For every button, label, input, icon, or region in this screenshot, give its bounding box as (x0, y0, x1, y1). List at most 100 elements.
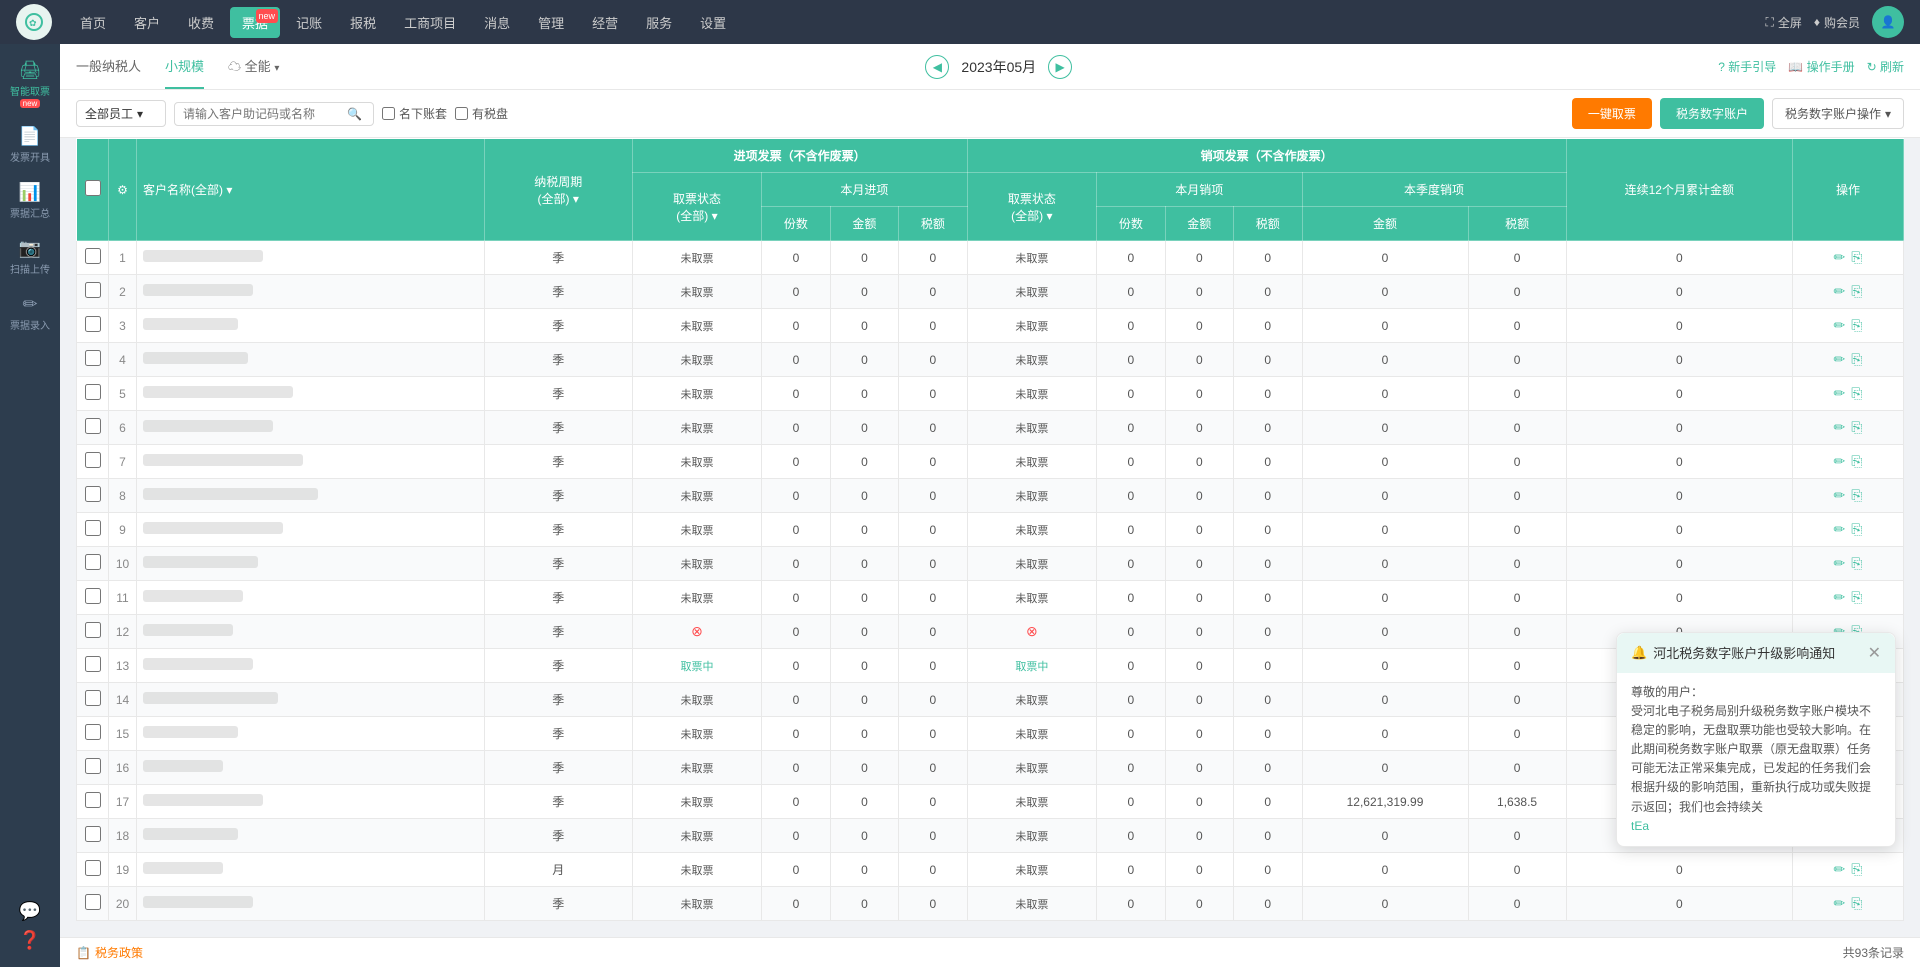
sidebar-item-scan[interactable]: 📷 扫描上传 (2, 230, 58, 284)
employee-select[interactable]: 全部员工 ▾ (76, 100, 166, 127)
edit-icon[interactable]: ✏ (1834, 453, 1846, 470)
tax-digital-btn[interactable]: 税务数字账户 (1660, 98, 1764, 129)
nav-bookkeeping[interactable]: 记账 (284, 7, 334, 38)
row-checkbox[interactable] (85, 826, 101, 842)
help-icon[interactable]: ❓ (19, 930, 41, 951)
row-checkbox[interactable] (85, 894, 101, 910)
member-btn[interactable]: ♦ 购会员 (1814, 14, 1860, 31)
nav-invoice[interactable]: 票据 new (230, 7, 280, 38)
sidebar-item-summary[interactable]: 📊 票据汇总 (2, 174, 58, 228)
edit-icon[interactable]: ✏ (1834, 555, 1846, 572)
copy-icon[interactable]: ⎘ (1851, 521, 1862, 538)
checkbox-taxpad[interactable]: 有税盘 (455, 105, 508, 122)
row-checkbox[interactable] (85, 486, 101, 502)
copy-icon[interactable]: ⎘ (1851, 419, 1862, 436)
edit-icon[interactable]: ✏ (1834, 521, 1846, 538)
nav-manage[interactable]: 管理 (526, 7, 576, 38)
edit-icon[interactable]: ✏ (1834, 419, 1846, 436)
row-checkbox[interactable] (85, 282, 101, 298)
edit-icon[interactable]: ✏ (1834, 283, 1846, 300)
row-checkbox[interactable] (85, 350, 101, 366)
chat-icon[interactable]: 💬 (19, 901, 41, 922)
nav-billing[interactable]: 收费 (176, 7, 226, 38)
edit-icon[interactable]: ✏ (1834, 385, 1846, 402)
copy-icon[interactable]: ⎘ (1851, 589, 1862, 606)
search-input[interactable] (183, 107, 343, 121)
edit-icon[interactable]: ✏ (1834, 317, 1846, 334)
nav-home[interactable]: 首页 (68, 7, 118, 38)
nav-customer[interactable]: 客户 (122, 7, 172, 38)
nav-business[interactable]: 工商项目 (392, 7, 468, 38)
row-checkbox[interactable] (85, 554, 101, 570)
guide-link[interactable]: ? 新手引导 (1718, 58, 1776, 75)
row-checkbox[interactable] (85, 860, 101, 876)
sidebar-item-smart-invoice[interactable]: 🖨 智能取票 new (2, 52, 58, 116)
nav-operation[interactable]: 经营 (580, 7, 630, 38)
row-checkbox[interactable] (85, 452, 101, 468)
tax-policy-link[interactable]: 📋 税务政策 (76, 944, 143, 961)
td-num: 15 (109, 717, 137, 751)
sidebar-item-entry[interactable]: ✏ 票据录入 (2, 286, 58, 340)
row-checkbox[interactable] (85, 418, 101, 434)
td-out-tax: 0 (1234, 513, 1302, 547)
tab-small-scale[interactable]: 小规模 (165, 44, 204, 89)
row-checkbox[interactable] (85, 622, 101, 638)
edit-icon[interactable]: ✏ (1834, 249, 1846, 266)
select-all-checkbox[interactable] (85, 180, 101, 196)
row-checkbox[interactable] (85, 656, 101, 672)
tab-all[interactable]: ☁ 全能 ▾ (228, 44, 279, 89)
checkbox-taxpad-input[interactable] (455, 107, 468, 120)
popup-close-btn[interactable]: ✕ (1868, 643, 1881, 663)
blurred-name (143, 522, 283, 534)
copy-icon[interactable]: ⎘ (1851, 555, 1862, 572)
row-checkbox[interactable] (85, 588, 101, 604)
nav-service[interactable]: 服务 (634, 7, 684, 38)
out-status-filter[interactable]: ▾ (1047, 209, 1053, 223)
edit-icon[interactable]: ✏ (1834, 895, 1846, 912)
edit-icon[interactable]: ✏ (1834, 351, 1846, 368)
month-prev-btn[interactable]: ◀ (925, 55, 949, 79)
in-status-filter[interactable]: ▾ (712, 209, 718, 223)
sidebar-item-open-invoice[interactable]: 📄 发票开具 (2, 118, 58, 172)
month-next-btn[interactable]: ▶ (1048, 55, 1072, 79)
refresh-link[interactable]: ↻ 刷新 (1867, 58, 1904, 75)
tax-ops-btn[interactable]: 税务数字账户操作 ▾ (1772, 98, 1904, 129)
nav-settings[interactable]: 设置 (688, 7, 738, 38)
period-filter-icon[interactable]: ▾ (573, 192, 579, 206)
row-checkbox[interactable] (85, 690, 101, 706)
row-checkbox[interactable] (85, 316, 101, 332)
row-checkbox[interactable] (85, 724, 101, 740)
copy-icon[interactable]: ⎘ (1851, 351, 1862, 368)
copy-icon[interactable]: ⎘ (1851, 385, 1862, 402)
manual-link[interactable]: 📖 操作手册 (1788, 58, 1854, 75)
checkbox-account[interactable]: 名下账套 (382, 105, 447, 122)
th-action: 操作 (1792, 139, 1903, 241)
user-avatar[interactable]: 👤 (1872, 6, 1904, 38)
edit-icon[interactable]: ✏ (1834, 861, 1846, 878)
checkbox-account-input[interactable] (382, 107, 395, 120)
fullscreen-btn[interactable]: ⛶ 全屏 (1765, 14, 1801, 31)
settings-icon[interactable]: ⚙ (117, 183, 128, 197)
row-checkbox[interactable] (85, 384, 101, 400)
edit-icon[interactable]: ✏ (1834, 487, 1846, 504)
copy-icon[interactable]: ⎘ (1851, 861, 1862, 878)
nav-tax[interactable]: 报税 (338, 7, 388, 38)
edit-icon[interactable]: ✏ (1834, 589, 1846, 606)
client-filter-icon[interactable]: ▾ (226, 183, 232, 197)
one-click-btn[interactable]: 一键取票 (1572, 98, 1652, 129)
popup-link[interactable]: tEa (1631, 819, 1649, 833)
row-checkbox[interactable] (85, 248, 101, 264)
row-checkbox[interactable] (85, 758, 101, 774)
row-checkbox[interactable] (85, 792, 101, 808)
copy-icon[interactable]: ⎘ (1851, 487, 1862, 504)
tab-general[interactable]: 一般纳税人 (76, 44, 141, 89)
search-icon[interactable]: 🔍 (347, 107, 362, 121)
copy-icon[interactable]: ⎘ (1851, 453, 1862, 470)
nav-message[interactable]: 消息 (472, 7, 522, 38)
copy-icon[interactable]: ⎘ (1851, 283, 1862, 300)
copy-icon[interactable]: ⎘ (1851, 317, 1862, 334)
copy-icon[interactable]: ⎘ (1851, 249, 1862, 266)
copy-icon[interactable]: ⎘ (1851, 895, 1862, 912)
td-in-status: 未取票 (632, 411, 761, 445)
row-checkbox[interactable] (85, 520, 101, 536)
